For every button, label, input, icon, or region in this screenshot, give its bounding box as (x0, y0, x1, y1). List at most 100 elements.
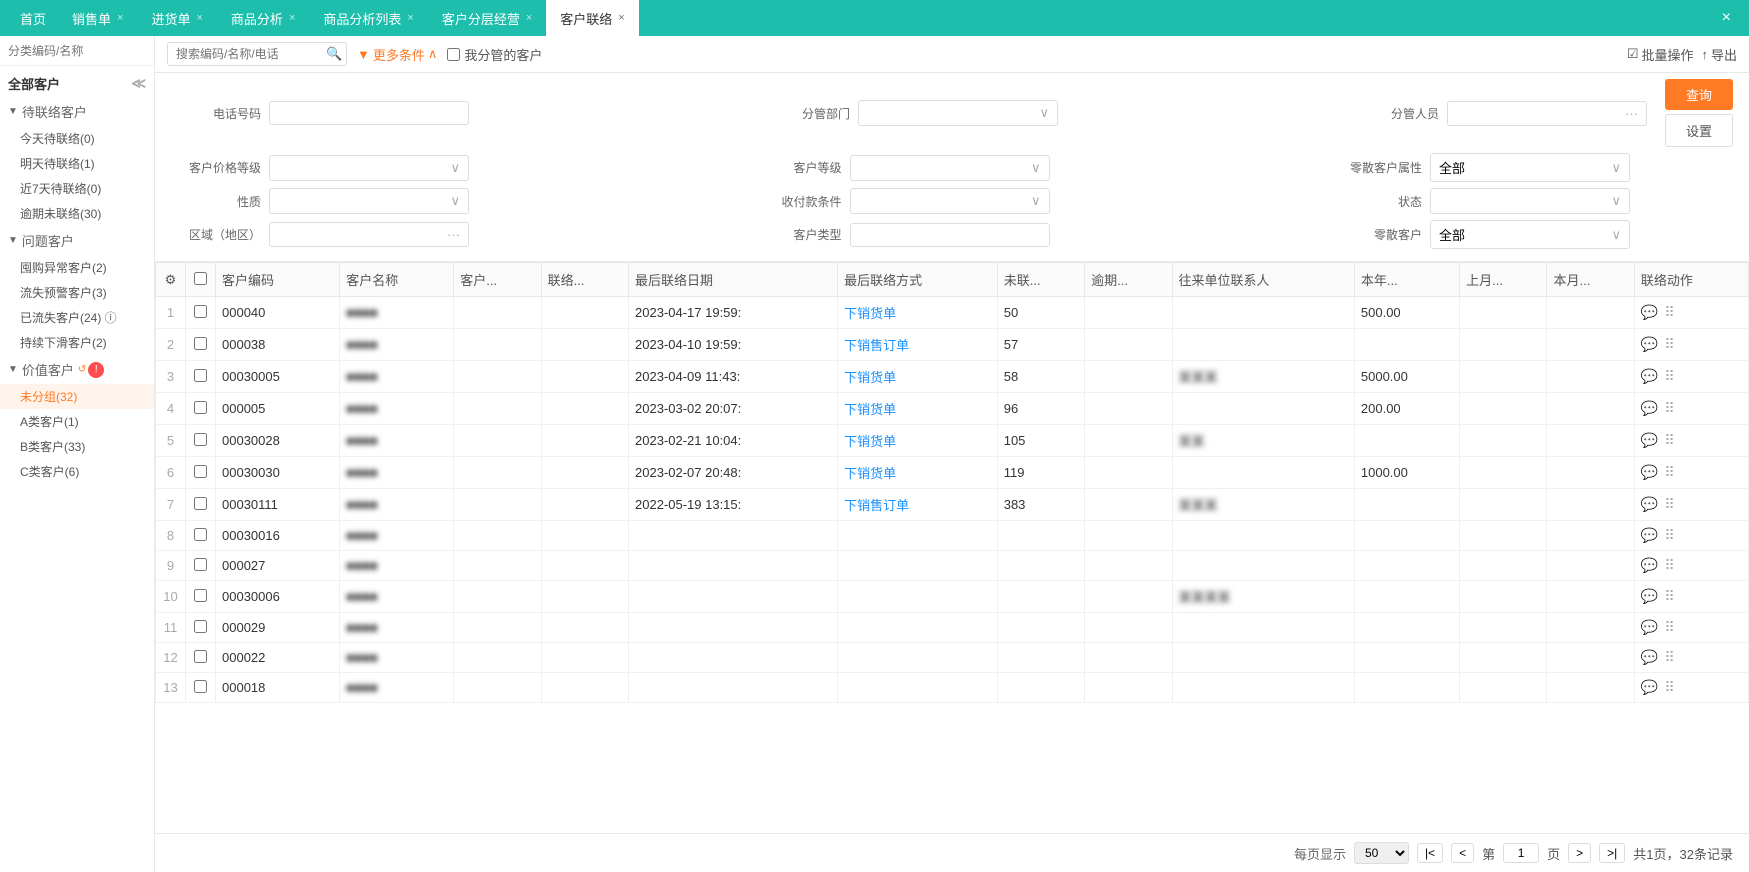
nav-customer-tier[interactable]: 客户分层经营 × (428, 0, 546, 36)
select-all-checkbox[interactable] (194, 272, 207, 285)
sidebar-group-problem[interactable]: ▼ 问题客户 (0, 226, 154, 255)
search-icon[interactable]: 🔍 (326, 46, 342, 62)
nav-analysis-close[interactable]: × (289, 12, 295, 24)
my-customers-checkbox[interactable] (447, 48, 460, 61)
nav-customer-contact[interactable]: 客户联络 × (546, 0, 638, 36)
row-checkbox[interactable] (194, 650, 207, 663)
grid-icon[interactable]: ⠿ (1664, 649, 1674, 666)
grid-icon[interactable]: ⠿ (1664, 619, 1674, 636)
grid-icon[interactable]: ⠿ (1664, 588, 1674, 605)
sidebar-collapse-button[interactable]: ≪ (131, 75, 146, 92)
staff-select[interactable]: ··· (1447, 101, 1647, 126)
grid-icon[interactable]: ⠿ (1664, 464, 1674, 481)
col-name[interactable]: 客户名称 (340, 263, 454, 297)
row-checkbox[interactable] (194, 433, 207, 446)
retail-customer-select[interactable]: 全部∨ (1430, 220, 1630, 249)
nav-analysis-list-close[interactable]: × (407, 12, 413, 24)
message-icon[interactable]: 💬 (1641, 368, 1658, 385)
next-page-button[interactable]: > (1568, 843, 1591, 863)
customer-type-input[interactable] (850, 223, 1050, 247)
sidebar-item-hoarding[interactable]: 囤购异常客户(2) (0, 255, 154, 280)
batch-ops-button[interactable]: ☑ 批量操作 (1627, 45, 1694, 64)
sidebar-item-churn-warning[interactable]: 流失预警客户(3) (0, 280, 154, 305)
more-conditions-button[interactable]: ▼ 更多条件 ∧ (357, 45, 437, 64)
message-icon[interactable]: 💬 (1641, 400, 1658, 417)
sidebar-item-ungrouped[interactable]: 未分组(32) (0, 384, 154, 409)
nature-select[interactable]: ∨ (269, 188, 469, 214)
message-icon[interactable]: 💬 (1641, 619, 1658, 636)
grid-icon[interactable]: ⠿ (1664, 368, 1674, 385)
message-icon[interactable]: 💬 (1641, 304, 1658, 321)
message-icon[interactable]: 💬 (1641, 464, 1658, 481)
grid-icon[interactable]: ⠿ (1664, 432, 1674, 449)
row-checkbox[interactable] (194, 528, 207, 541)
sidebar-item-class-b[interactable]: B类客户(33) (0, 434, 154, 459)
nav-analysis[interactable]: 商品分析 × (217, 0, 309, 36)
price-tier-select[interactable]: ∨ (269, 155, 469, 181)
nav-purchase-close[interactable]: × (196, 12, 202, 24)
last-page-button[interactable]: >| (1599, 843, 1625, 863)
sidebar-group-pending[interactable]: ▼ 待联络客户 (0, 97, 154, 126)
select-all-header[interactable] (186, 263, 216, 297)
payment-terms-select[interactable]: ∨ (850, 188, 1050, 214)
grid-icon[interactable]: ⠿ (1664, 557, 1674, 574)
page-number-input[interactable] (1503, 843, 1539, 863)
first-page-button[interactable]: |< (1417, 843, 1443, 863)
grid-icon[interactable]: ⠿ (1664, 679, 1674, 696)
search-input[interactable] (176, 47, 326, 61)
sidebar-group-value[interactable]: ▼ 价值客户 ↺ ! (0, 355, 154, 384)
nav-customer-contact-close[interactable]: × (618, 12, 624, 24)
export-button[interactable]: ↑ 导出 (1701, 45, 1737, 64)
sidebar-item-today-pending[interactable]: 今天待联络(0) (0, 126, 154, 151)
retail-attr-select[interactable]: 全部∨ (1430, 153, 1630, 182)
message-icon[interactable]: 💬 (1641, 679, 1658, 696)
sidebar-item-tomorrow-pending[interactable]: 明天待联络(1) (0, 151, 154, 176)
row-checkbox[interactable] (194, 369, 207, 382)
prev-page-button[interactable]: < (1451, 843, 1474, 863)
row-checkbox[interactable] (194, 401, 207, 414)
message-icon[interactable]: 💬 (1641, 496, 1658, 513)
nav-purchase[interactable]: 进货单 × (137, 0, 216, 36)
row-checkbox[interactable] (194, 680, 207, 693)
message-icon[interactable]: 💬 (1641, 557, 1658, 574)
customer-tier-select[interactable]: ∨ (850, 155, 1050, 181)
row-checkbox[interactable] (194, 620, 207, 633)
col-code[interactable]: 客户编码 (216, 263, 340, 297)
grid-icon[interactable]: ⠿ (1664, 527, 1674, 544)
message-icon[interactable]: 💬 (1641, 588, 1658, 605)
row-checkbox[interactable] (194, 497, 207, 510)
sidebar-item-week-pending[interactable]: 近7天待联络(0) (0, 176, 154, 201)
row-checkbox[interactable] (194, 465, 207, 478)
message-icon[interactable]: 💬 (1641, 336, 1658, 353)
reset-button[interactable]: 设置 (1665, 114, 1733, 147)
grid-icon[interactable]: ⠿ (1664, 400, 1674, 417)
grid-icon[interactable]: ⠿ (1664, 304, 1674, 321)
sidebar-item-declining[interactable]: 持续下滑客户(2) (0, 330, 154, 355)
sidebar-item-overdue-pending[interactable]: 逾期未联络(30) (0, 201, 154, 226)
page-size-select[interactable]: 50 100 200 (1354, 842, 1409, 864)
row-checkbox[interactable] (194, 305, 207, 318)
grid-icon[interactable]: ⠿ (1664, 336, 1674, 353)
dept-select[interactable]: ∨ (858, 100, 1058, 126)
sidebar-search-input[interactable] (8, 44, 155, 58)
query-button[interactable]: 查询 (1665, 79, 1733, 110)
col-last-date[interactable]: 最后联络日期 (629, 263, 838, 297)
phone-input[interactable] (269, 101, 469, 125)
sidebar-item-class-a[interactable]: A类客户(1) (0, 409, 154, 434)
row-checkbox[interactable] (194, 589, 207, 602)
status-select[interactable]: ∨ (1430, 188, 1630, 214)
window-close-button[interactable]: × (1712, 9, 1741, 27)
settings-column-header[interactable]: ⚙ (156, 263, 186, 297)
nav-home[interactable]: 首页 (8, 0, 58, 36)
col-no-contact[interactable]: 未联... (997, 263, 1084, 297)
sidebar-item-class-c[interactable]: C类客户(6) (0, 459, 154, 484)
grid-icon[interactable]: ⠿ (1664, 496, 1674, 513)
region-select[interactable]: ··· (269, 222, 469, 247)
row-checkbox[interactable] (194, 558, 207, 571)
sidebar-item-churned[interactable]: 已流失客户(24) ⓘ (0, 305, 154, 330)
nav-salesorder[interactable]: 销售单 × (58, 0, 137, 36)
message-icon[interactable]: 💬 (1641, 527, 1658, 544)
message-icon[interactable]: 💬 (1641, 432, 1658, 449)
refresh-icon[interactable]: ↺ (78, 364, 86, 375)
row-checkbox[interactable] (194, 337, 207, 350)
